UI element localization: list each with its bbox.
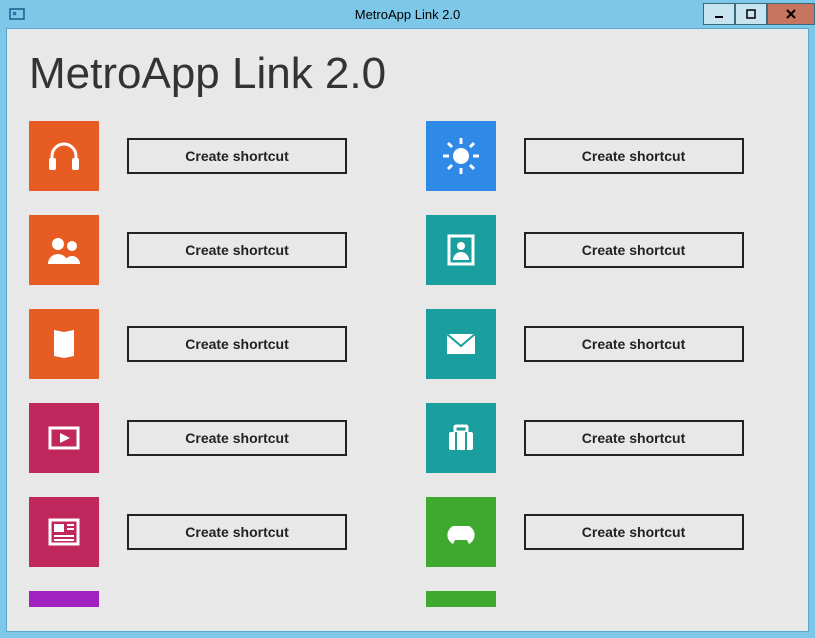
app-window: MetroApp Link 2.0 MetroApp Link 2.0 — [0, 0, 815, 638]
close-button[interactable] — [767, 3, 815, 25]
minimize-button[interactable] — [703, 3, 735, 25]
games-tile — [426, 497, 496, 567]
app-row-news: Create shortcut — [29, 497, 390, 567]
create-shortcut-button[interactable]: Create shortcut — [127, 232, 347, 268]
reader-tile — [29, 309, 99, 379]
page-title: MetroApp Link 2.0 — [29, 49, 786, 99]
video-tile — [29, 403, 99, 473]
create-shortcut-button[interactable]: Create shortcut — [524, 514, 744, 550]
mail-tile — [426, 309, 496, 379]
create-shortcut-button[interactable]: Create shortcut — [127, 138, 347, 174]
create-shortcut-button[interactable]: Create shortcut — [524, 420, 744, 456]
window-title: MetroApp Link 2.0 — [355, 7, 461, 22]
app-row-mail: Create shortcut — [426, 309, 787, 379]
window-controls — [703, 3, 815, 25]
news-tile — [29, 497, 99, 567]
create-shortcut-button[interactable]: Create shortcut — [127, 326, 347, 362]
people-icon — [42, 228, 86, 272]
apps-grid: Create shortcut Create shortcut Create s… — [29, 121, 786, 607]
create-shortcut-button[interactable]: Create shortcut — [524, 326, 744, 362]
weather-tile — [426, 121, 496, 191]
games-icon — [439, 510, 483, 554]
weather-icon — [439, 134, 483, 178]
music-tile — [29, 121, 99, 191]
travel-tile — [426, 403, 496, 473]
client-area: MetroApp Link 2.0 Create shortcut Create… — [6, 28, 809, 632]
app-row-games: Create shortcut — [426, 497, 787, 567]
create-shortcut-button[interactable]: Create shortcut — [524, 232, 744, 268]
app-row-partial-left — [29, 591, 390, 607]
maximize-button[interactable] — [735, 3, 767, 25]
app-row-weather: Create shortcut — [426, 121, 787, 191]
app-row-people: Create shortcut — [29, 215, 390, 285]
app-icon — [8, 5, 26, 23]
photo-icon — [439, 228, 483, 272]
mail-icon — [439, 322, 483, 366]
app-row-video: Create shortcut — [29, 403, 390, 473]
travel-icon — [439, 416, 483, 460]
reader-icon — [42, 322, 86, 366]
create-shortcut-button[interactable]: Create shortcut — [524, 138, 744, 174]
people-tile — [29, 215, 99, 285]
titlebar: MetroApp Link 2.0 — [0, 0, 815, 28]
app-row-reader: Create shortcut — [29, 309, 390, 379]
video-icon — [42, 416, 86, 460]
app-row-music: Create shortcut — [29, 121, 390, 191]
app-row-photos: Create shortcut — [426, 215, 787, 285]
photos-tile — [426, 215, 496, 285]
headphones-icon — [42, 134, 86, 178]
news-icon — [42, 510, 86, 554]
create-shortcut-button[interactable]: Create shortcut — [127, 514, 347, 550]
app-row-partial-right — [426, 591, 787, 607]
create-shortcut-button[interactable]: Create shortcut — [127, 420, 347, 456]
partial-tile — [426, 591, 496, 607]
partial-tile — [29, 591, 99, 607]
app-row-travel: Create shortcut — [426, 403, 787, 473]
